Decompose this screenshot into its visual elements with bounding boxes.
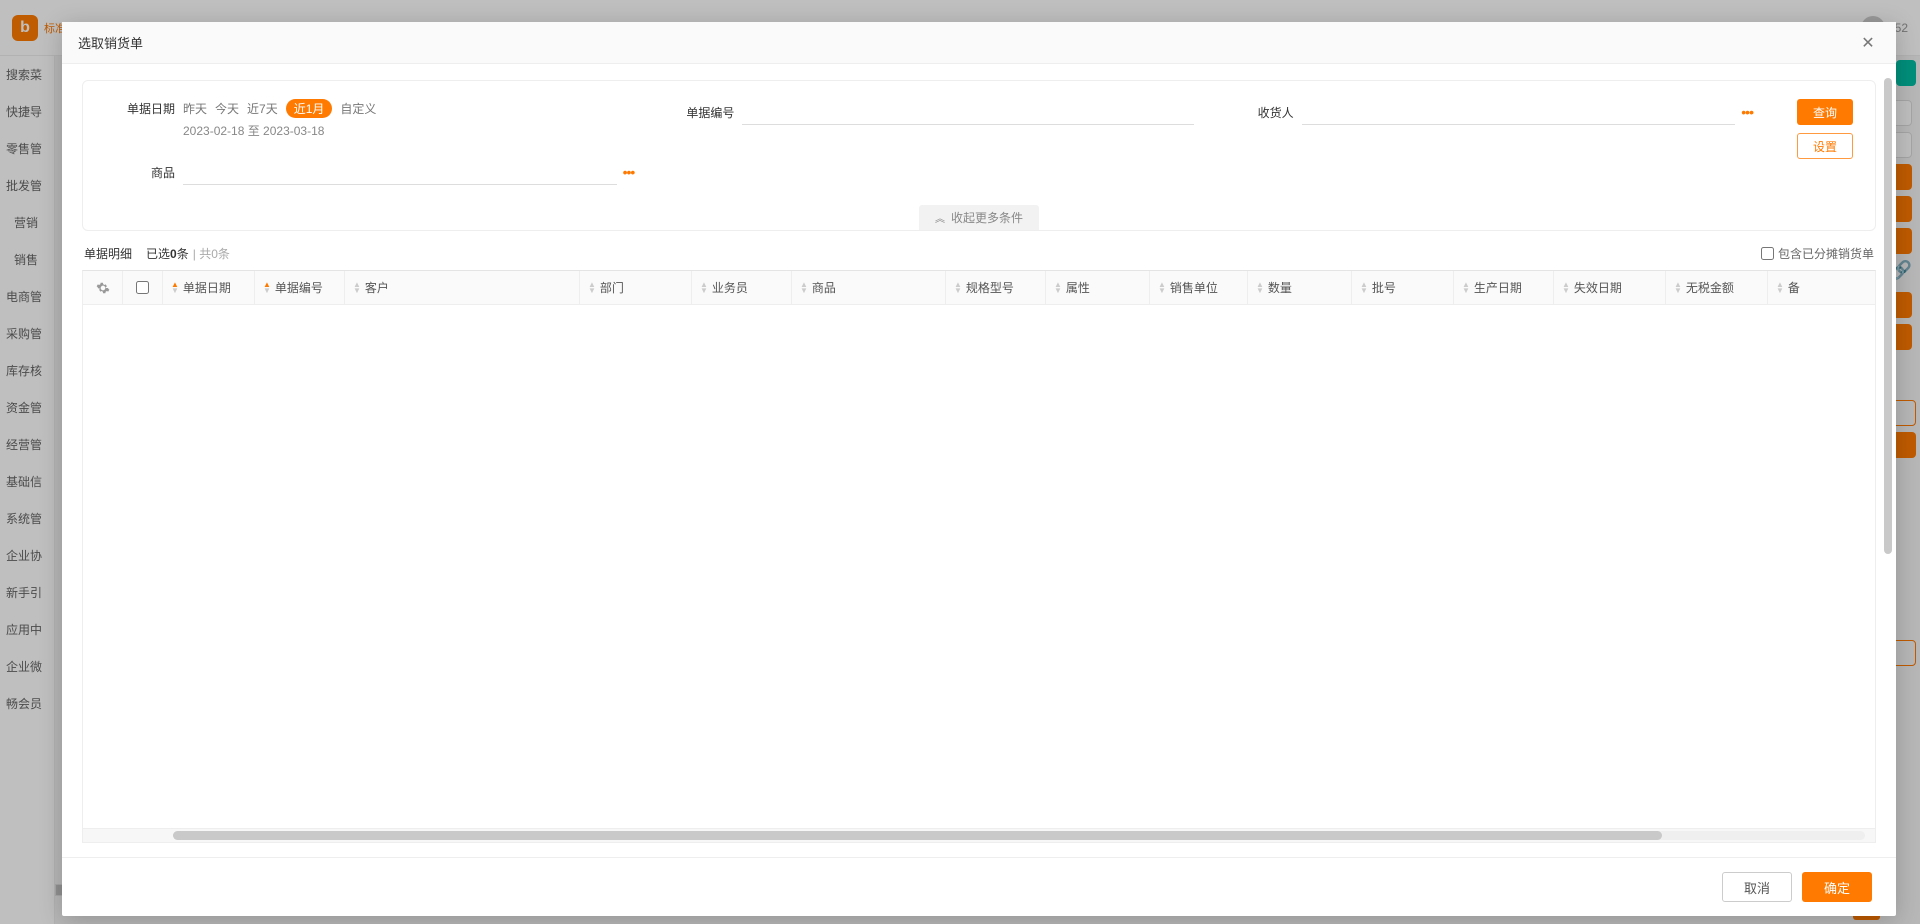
cancel-button[interactable]: 取消: [1722, 872, 1792, 902]
col-label: 单据编号: [275, 279, 323, 296]
include-allocated-checkbox[interactable]: 包含已分摊销货单: [1761, 245, 1874, 262]
col-product[interactable]: ▲▼ 商品: [792, 271, 946, 304]
col-attribute[interactable]: ▲▼ 属性: [1046, 271, 1150, 304]
col-label: 备: [1788, 279, 1800, 296]
collapse-label: 收起更多条件: [951, 209, 1023, 226]
sort-icon: ▲▼: [1054, 282, 1062, 294]
modal-header: 选取销货单 ✕: [62, 22, 1896, 64]
query-button[interactable]: 查询: [1797, 99, 1853, 125]
col-label: 生产日期: [1474, 279, 1522, 296]
filter-label-receiver: 收货人: [1224, 104, 1294, 121]
col-remark[interactable]: ▲▼ 备: [1768, 271, 1828, 304]
col-production-date[interactable]: ▲▼ 生产日期: [1454, 271, 1554, 304]
settings-button[interactable]: 设置: [1797, 133, 1853, 159]
col-batch[interactable]: ▲▼ 批号: [1352, 271, 1454, 304]
table-horizontal-scrollbar[interactable]: [83, 828, 1875, 842]
include-allocated-input[interactable]: [1761, 247, 1774, 260]
sort-icon: ▲▼: [1562, 282, 1570, 294]
sort-icon: ▲▼: [700, 282, 708, 294]
selected-count: 已选0条: [146, 245, 189, 262]
col-salesperson[interactable]: ▲▼ 业务员: [692, 271, 792, 304]
include-allocated-label: 包含已分摊销货单: [1778, 245, 1874, 262]
sort-icon: ▲▼: [1360, 282, 1368, 294]
product-more-icon[interactable]: •••: [623, 164, 635, 180]
col-doc-date[interactable]: ▲▼ 单据日期: [163, 271, 255, 304]
receiver-more-icon[interactable]: •••: [1741, 104, 1753, 120]
col-label: 销售单位: [1170, 279, 1218, 296]
sort-icon: ▲▼: [1256, 282, 1264, 294]
list-tab-detail[interactable]: 单据明细: [84, 245, 132, 262]
col-doc-no[interactable]: ▲▼ 单据编号: [255, 271, 345, 304]
filter-panel: 单据日期 昨天 今天 近7天 近1月 自定义 2023-02-18 至 2023…: [82, 80, 1876, 231]
scrollbar-track: [173, 831, 1865, 840]
chevron-up-icon: ︽: [935, 210, 945, 225]
date-range-display: 2023-02-18 至 2023-03-18: [183, 122, 634, 139]
list-meta-bar: 单据明细 已选0条 | 共0条 包含已分摊销货单: [84, 245, 1874, 262]
date-quick-options: 昨天 今天 近7天 近1月 自定义: [183, 99, 376, 118]
collapse-filters-button[interactable]: ︽ 收起更多条件: [919, 205, 1039, 230]
total-count: | 共0条: [193, 245, 230, 262]
select-all-checkbox[interactable]: [123, 271, 163, 304]
col-label: 属性: [1066, 279, 1090, 296]
sort-icon: ▲▼: [1158, 282, 1166, 294]
date-option-7days[interactable]: 近7天: [247, 100, 278, 117]
date-option-1month[interactable]: 近1月: [286, 99, 333, 118]
modal-vertical-scrollbar[interactable]: [1884, 78, 1892, 758]
table-header: ▲▼ 单据日期 ▲▼ 单据编号 ▲▼ 客户 ▲▼ 部门 ▲▼ 业务员: [83, 271, 1875, 305]
filter-label-docno: 单据编号: [664, 104, 734, 121]
col-sales-unit[interactable]: ▲▼ 销售单位: [1150, 271, 1248, 304]
date-option-custom[interactable]: 自定义: [340, 100, 376, 117]
col-expiry-date[interactable]: ▲▼ 失效日期: [1554, 271, 1666, 304]
col-spec[interactable]: ▲▼ 规格型号: [946, 271, 1046, 304]
modal-title: 选取销货单: [78, 33, 143, 52]
scrollbar-thumb[interactable]: [1884, 78, 1892, 554]
col-department[interactable]: ▲▼ 部门: [580, 271, 692, 304]
col-label: 无税金额: [1686, 279, 1734, 296]
sort-icon: ▲▼: [800, 282, 808, 294]
filter-label-product: 商品: [105, 164, 175, 181]
sort-icon: ▲▼: [353, 282, 361, 294]
modal-body: 单据日期 昨天 今天 近7天 近1月 自定义 2023-02-18 至 2023…: [62, 64, 1896, 858]
filter-label-date: 单据日期: [105, 100, 175, 117]
results-table: ▲▼ 单据日期 ▲▼ 单据编号 ▲▼ 客户 ▲▼ 部门 ▲▼ 业务员: [82, 270, 1876, 843]
docno-input[interactable]: [742, 99, 1193, 125]
col-amount-no-tax[interactable]: ▲▼ 无税金额: [1666, 271, 1768, 304]
sort-icon: ▲▼: [1674, 282, 1682, 294]
sort-icon: ▲▼: [1462, 282, 1470, 294]
gear-icon: [96, 281, 110, 295]
col-label: 单据日期: [183, 279, 231, 296]
sort-icon: ▲▼: [263, 282, 271, 294]
close-icon: ✕: [1861, 33, 1874, 53]
product-input[interactable]: [183, 159, 617, 185]
col-label: 失效日期: [1574, 279, 1622, 296]
col-label: 部门: [600, 279, 624, 296]
sort-icon: ▲▼: [1776, 282, 1784, 294]
column-settings-button[interactable]: [83, 271, 123, 304]
date-option-today[interactable]: 今天: [215, 100, 239, 117]
col-label: 业务员: [712, 279, 748, 296]
close-button[interactable]: ✕: [1856, 31, 1880, 55]
sort-icon: ▲▼: [171, 282, 179, 294]
col-label: 客户: [365, 279, 389, 296]
sort-icon: ▲▼: [954, 282, 962, 294]
table-body-empty: [83, 305, 1875, 828]
sort-icon: ▲▼: [588, 282, 596, 294]
modal-footer: 取消 确定: [62, 858, 1896, 916]
select-sales-order-modal: 选取销货单 ✕ 单据日期 昨天 今天 近7天 近1月: [62, 22, 1896, 916]
select-all-input[interactable]: [136, 281, 149, 294]
scrollbar-thumb[interactable]: [173, 831, 1662, 840]
col-label: 商品: [812, 279, 836, 296]
col-quantity[interactable]: ▲▼ 数量: [1248, 271, 1352, 304]
col-label: 数量: [1268, 279, 1292, 296]
col-label: 规格型号: [966, 279, 1014, 296]
receiver-input[interactable]: [1302, 99, 1736, 125]
confirm-button[interactable]: 确定: [1802, 872, 1872, 902]
date-option-yesterday[interactable]: 昨天: [183, 100, 207, 117]
col-label: 批号: [1372, 279, 1396, 296]
col-customer[interactable]: ▲▼ 客户: [345, 271, 580, 304]
